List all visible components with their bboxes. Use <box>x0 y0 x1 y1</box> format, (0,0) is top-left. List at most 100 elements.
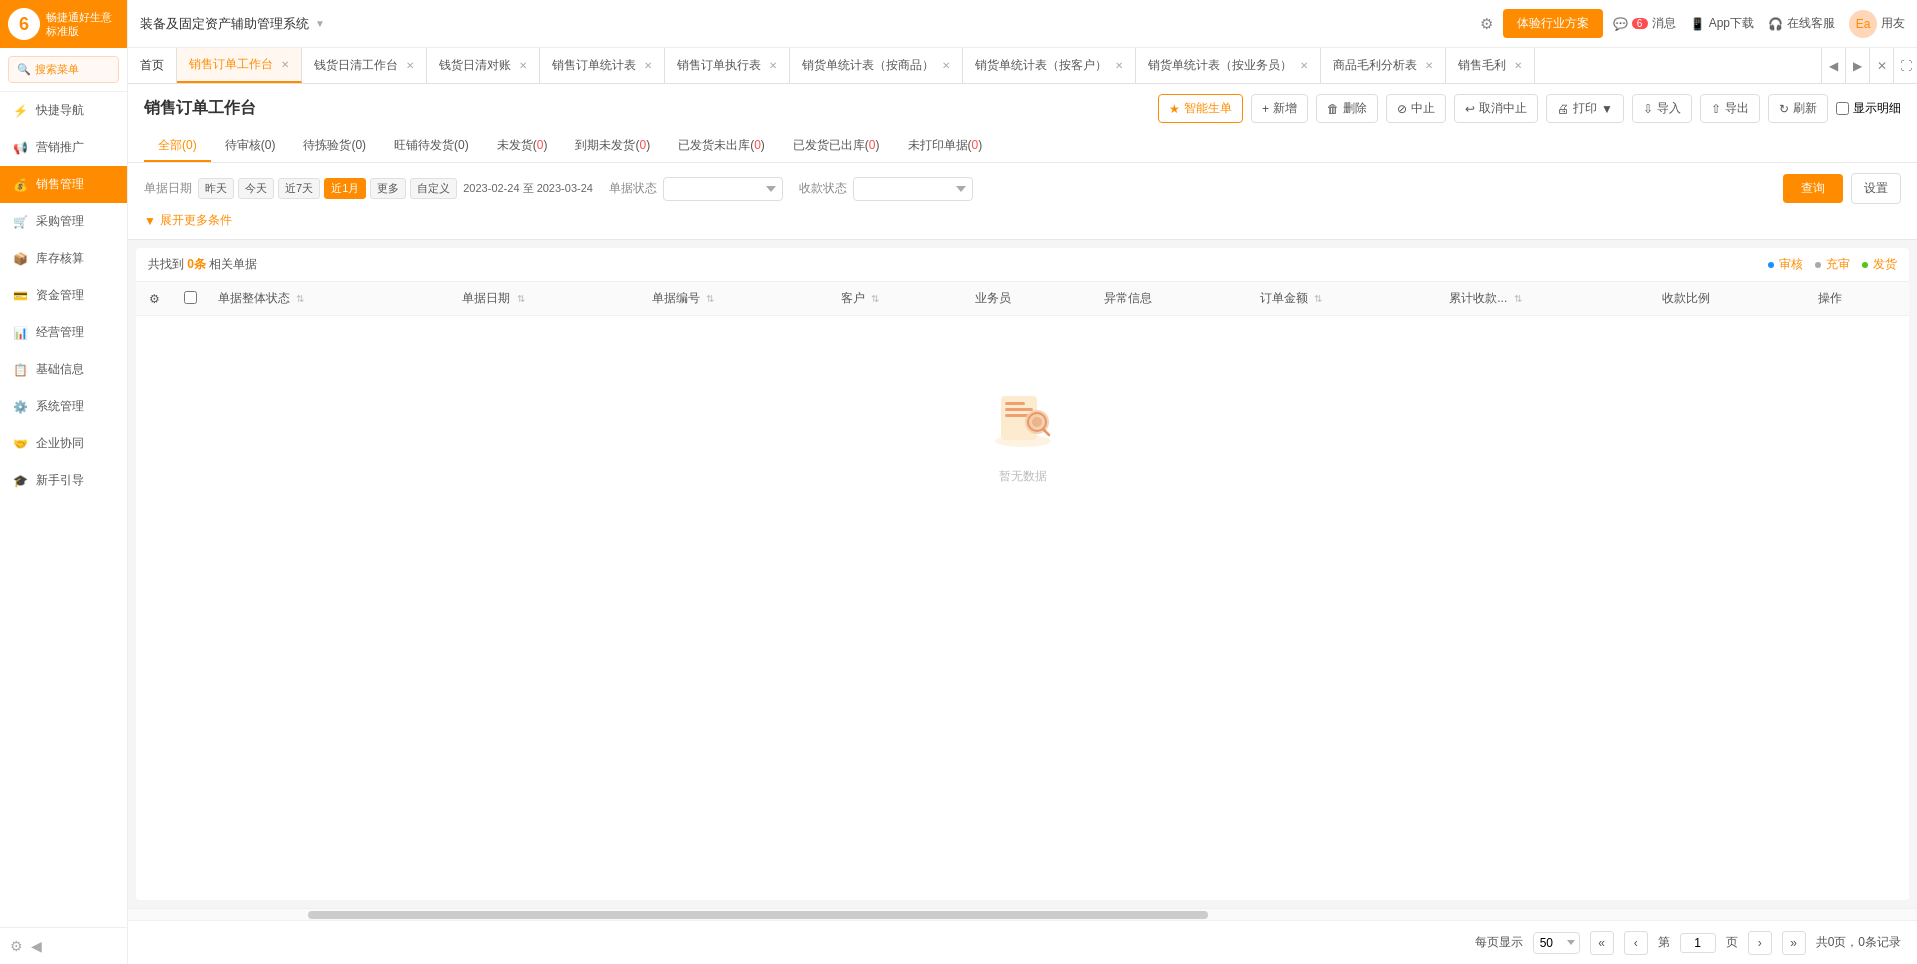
sidebar-item-basic[interactable]: 📋 基础信息 <box>0 351 127 388</box>
tab-sales-workbench[interactable]: 销售订单工作台 ✕ <box>177 48 302 83</box>
stop-button[interactable]: ⊘ 中止 <box>1386 94 1446 123</box>
tab-sales-exec[interactable]: 销售订单执行表 ✕ <box>665 48 790 83</box>
th-checkbox[interactable] <box>172 282 208 316</box>
review-action[interactable]: 审核 <box>1768 256 1803 273</box>
sort-status-icon[interactable]: ⇅ <box>296 293 304 304</box>
sort-amount-icon[interactable]: ⇅ <box>1314 293 1322 304</box>
filter-tab-all[interactable]: 全部(0) <box>144 131 211 162</box>
industry-solution-button[interactable]: 体验行业方案 <box>1503 9 1603 38</box>
column-settings-icon[interactable]: ⚙ <box>149 292 160 306</box>
tab-close-sales-summary-staff[interactable]: ✕ <box>1300 60 1308 71</box>
tab-maximize[interactable]: ⛶ <box>1893 48 1917 84</box>
tab-close-sales-summary-product[interactable]: ✕ <box>942 60 950 71</box>
tab-sales-stats[interactable]: 销售订单统计表 ✕ <box>540 48 665 83</box>
tab-close-all[interactable]: ✕ <box>1869 48 1893 84</box>
tab-close-sales-workbench[interactable]: ✕ <box>281 59 289 70</box>
import-button[interactable]: ⇩ 导入 <box>1632 94 1692 123</box>
tab-cash-daily[interactable]: 钱货日清工作台 ✕ <box>302 48 427 83</box>
delete-button[interactable]: 🗑 删除 <box>1316 94 1378 123</box>
sidebar-item-system[interactable]: ⚙️ 系统管理 <box>0 388 127 425</box>
sidebar-collapse-button[interactable]: ◀ <box>31 938 42 954</box>
sidebar-item-cooperation[interactable]: 🤝 企业协同 <box>0 425 127 462</box>
tab-sales-profit[interactable]: 销售毛利 ✕ <box>1446 48 1535 83</box>
th-settings[interactable]: ⚙ <box>136 282 172 316</box>
print-button[interactable]: 🖨 打印 ▼ <box>1546 94 1624 123</box>
select-all-checkbox[interactable] <box>184 291 197 304</box>
topbar-settings-icon[interactable]: ⚙ <box>1480 15 1493 33</box>
sidebar-settings-button[interactable]: ⚙ <box>10 938 23 954</box>
th-actions: 操作 <box>1808 282 1909 316</box>
tab-home[interactable]: 首页 <box>128 48 177 83</box>
tab-close-sales-exec[interactable]: ✕ <box>769 60 777 71</box>
date-7days[interactable]: 近7天 <box>278 178 320 199</box>
sidebar-item-guide[interactable]: 🎓 新手引导 <box>0 462 127 499</box>
message-button[interactable]: 💬 6 消息 <box>1613 15 1676 32</box>
sort-date-icon[interactable]: ⇅ <box>517 293 525 304</box>
filter-tab-shipped-not-out[interactable]: 已发货未出库(0) <box>664 131 779 162</box>
tab-close-cash-reconcile[interactable]: ✕ <box>519 60 527 71</box>
search-menu-button[interactable]: 🔍 搜索菜单 <box>8 56 119 83</box>
date-today[interactable]: 今天 <box>238 178 274 199</box>
date-more[interactable]: 更多 <box>370 178 406 199</box>
show-detail-checkbox[interactable] <box>1836 102 1849 115</box>
status-select[interactable] <box>663 177 783 201</box>
query-button[interactable]: 查询 <box>1783 174 1843 203</box>
date-custom[interactable]: 自定义 <box>410 178 457 199</box>
expand-filter-button[interactable]: ▼ 展开更多条件 <box>144 212 232 229</box>
filter-tab-pending-review[interactable]: 待审核(0) <box>211 131 290 162</box>
message-icon: 💬 <box>1613 17 1628 31</box>
anti-review-action[interactable]: 充审 <box>1815 256 1850 273</box>
date-1month[interactable]: 近1月 <box>324 178 366 199</box>
filter-tab-expired-not-shipped[interactable]: 到期未发货(0) <box>561 131 664 162</box>
tab-scroll-right[interactable]: ▶ <box>1845 48 1869 84</box>
filter-tab-not-shipped[interactable]: 未发货(0) <box>483 131 562 162</box>
page-number-input[interactable] <box>1680 933 1716 953</box>
sidebar-item-operations[interactable]: 📊 经营管理 <box>0 314 127 351</box>
refresh-button[interactable]: ↻ 刷新 <box>1768 94 1828 123</box>
tab-close-cash-daily[interactable]: ✕ <box>406 60 414 71</box>
cancel-stop-button[interactable]: ↩ 取消中止 <box>1454 94 1538 123</box>
horizontal-scrollbar[interactable] <box>128 908 1917 920</box>
last-page-button[interactable]: » <box>1782 931 1806 955</box>
page-size-select[interactable]: 10 20 50 100 <box>1533 932 1580 954</box>
filter-tab-shipped-out[interactable]: 已发货已出库(0) <box>779 131 894 162</box>
filter-tab-wangpu[interactable]: 旺铺待发货(0) <box>380 131 483 162</box>
tab-cash-reconcile[interactable]: 钱货日清对账 ✕ <box>427 48 540 83</box>
sidebar-item-quick[interactable]: ⚡ 快捷导航 <box>0 92 127 129</box>
filter-tab-not-printed[interactable]: 未打印单据(0) <box>894 131 997 162</box>
sidebar-item-marketing[interactable]: 📢 营销推广 <box>0 129 127 166</box>
tab-sales-summary-product[interactable]: 销货单统计表（按商品） ✕ <box>790 48 963 83</box>
scrollbar-thumb[interactable] <box>308 911 1208 919</box>
next-page-button[interactable]: › <box>1748 931 1772 955</box>
date-yesterday[interactable]: 昨天 <box>198 178 234 199</box>
tab-close-sales-profit[interactable]: ✕ <box>1514 60 1522 71</box>
payment-select[interactable] <box>853 177 973 201</box>
prev-page-button[interactable]: ‹ <box>1624 931 1648 955</box>
sort-customer-icon[interactable]: ⇅ <box>871 293 879 304</box>
tab-scroll-left[interactable]: ◀ <box>1821 48 1845 84</box>
tab-close-product-profit[interactable]: ✕ <box>1425 60 1433 71</box>
sidebar-item-inventory[interactable]: 📦 库存核算 <box>0 240 127 277</box>
tab-close-sales-stats[interactable]: ✕ <box>644 60 652 71</box>
ship-action[interactable]: 发货 <box>1862 256 1897 273</box>
first-page-button[interactable]: « <box>1590 931 1614 955</box>
show-detail-toggle[interactable]: 显示明细 <box>1836 100 1901 117</box>
tab-close-sales-summary-customer[interactable]: ✕ <box>1115 60 1123 71</box>
tab-sales-summary-customer[interactable]: 销货单统计表（按客户） ✕ <box>963 48 1136 83</box>
filter-settings-button[interactable]: 设置 <box>1851 173 1901 204</box>
filter-tab-pending-check[interactable]: 待拣验货(0) <box>289 131 380 162</box>
smart-create-button[interactable]: ★ 智能生单 <box>1158 94 1243 123</box>
online-service-button[interactable]: 🎧 在线客服 <box>1768 15 1835 32</box>
sidebar-item-capital[interactable]: 💳 资金管理 <box>0 277 127 314</box>
export-button[interactable]: ⇧ 导出 <box>1700 94 1760 123</box>
sort-collected-icon[interactable]: ⇅ <box>1514 293 1522 304</box>
tab-product-profit[interactable]: 商品毛利分析表 ✕ <box>1321 48 1446 83</box>
sidebar-item-sales[interactable]: 💰 销售管理 <box>0 166 127 203</box>
app-download-button[interactable]: 📱 App下载 <box>1690 15 1754 32</box>
sort-number-icon[interactable]: ⇅ <box>706 293 714 304</box>
sidebar-item-purchase[interactable]: 🛒 采购管理 <box>0 203 127 240</box>
user-menu[interactable]: Ea 用友 <box>1849 10 1905 38</box>
add-button[interactable]: + 新增 <box>1251 94 1308 123</box>
filter-area: 单据日期 昨天 今天 近7天 近1月 更多 自定义 2023-02-24 至 2… <box>128 163 1917 240</box>
tab-sales-summary-staff[interactable]: 销货单统计表（按业务员） ✕ <box>1136 48 1321 83</box>
